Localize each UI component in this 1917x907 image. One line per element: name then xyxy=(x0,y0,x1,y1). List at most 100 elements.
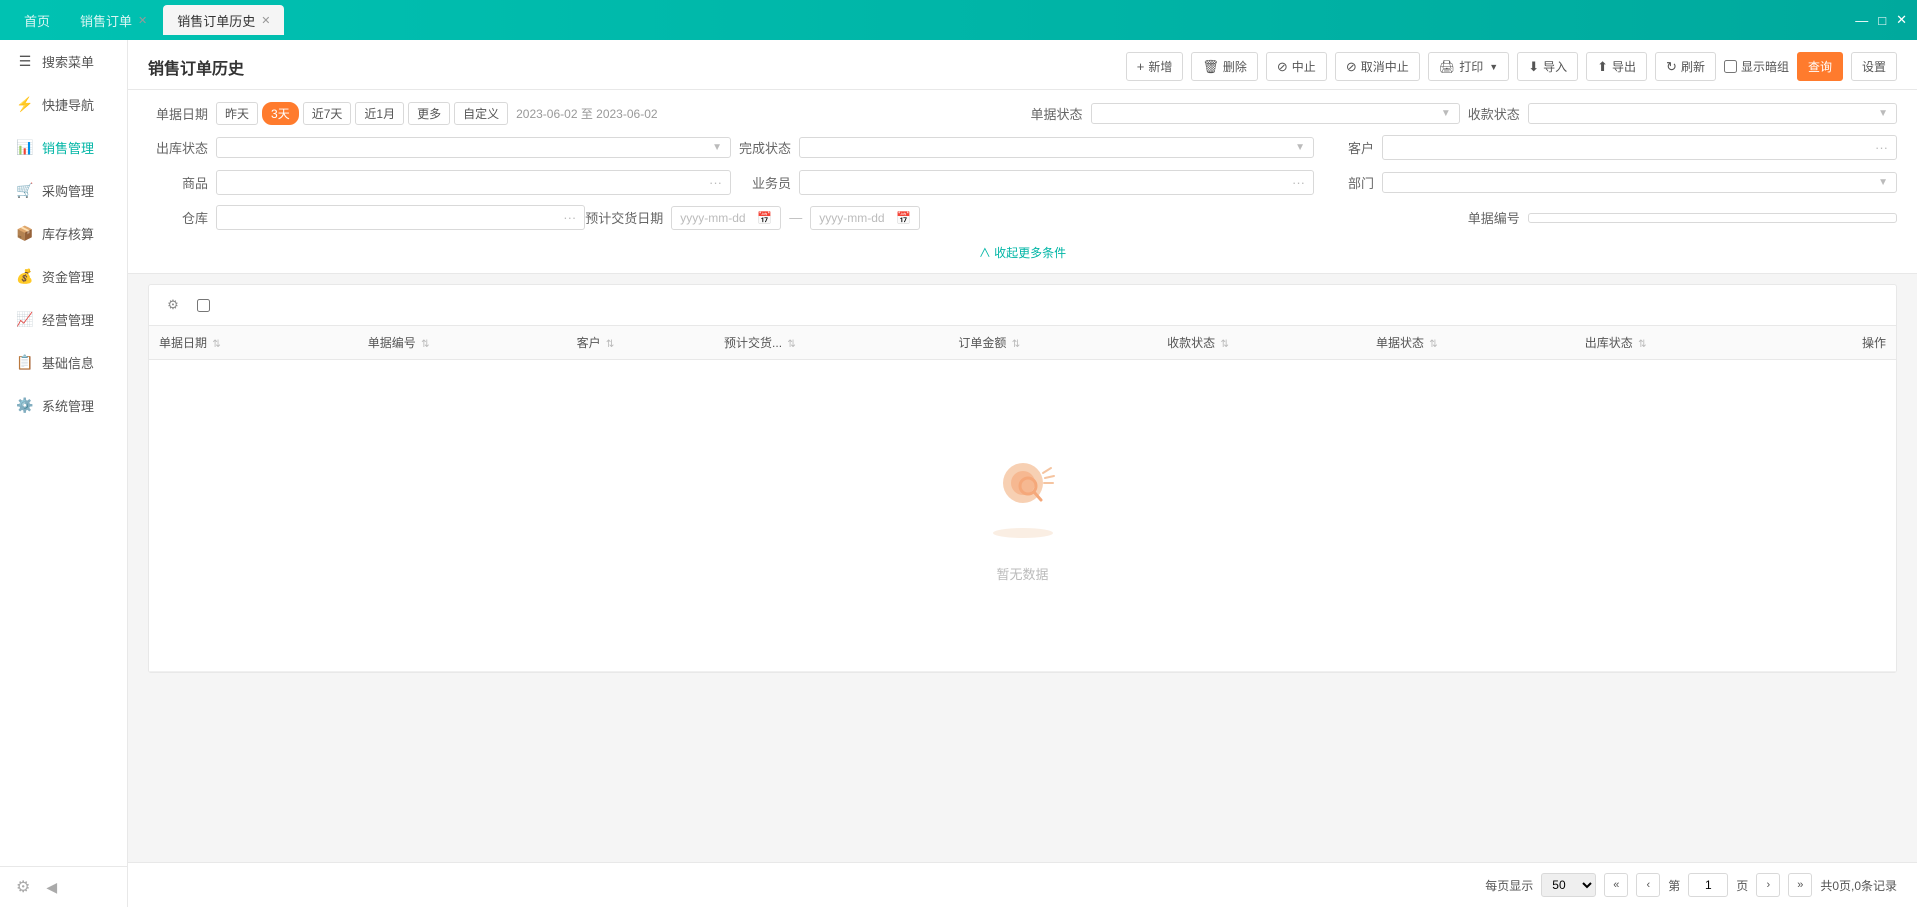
col-amount[interactable]: 订单金额 ⇅ xyxy=(948,326,1157,360)
customer-input[interactable]: ··· xyxy=(1382,135,1897,160)
col-delivery[interactable]: 预计交货... ⇅ xyxy=(714,326,948,360)
dept-select[interactable]: ▼ xyxy=(1382,172,1897,193)
close-window-icon[interactable]: ✕ xyxy=(1896,12,1907,28)
delete-icon: 🗑 xyxy=(1202,59,1219,75)
display-columns-checkbox[interactable]: 显示暗组 xyxy=(1724,58,1789,75)
sidebar-item-inventory-label: 库存核算 xyxy=(42,224,94,243)
delivery-date-label: 预计交货日期 xyxy=(585,208,663,227)
col-customer[interactable]: 客户 ⇅ xyxy=(567,326,714,360)
sys-mgmt-icon: ⚙️ xyxy=(16,397,34,414)
col-date[interactable]: 单据日期 ⇅ xyxy=(149,326,358,360)
filter-complete-status: 完成状态 ▼ xyxy=(731,137,1314,158)
last-page-button[interactable]: » xyxy=(1788,873,1812,897)
prev-page-icon: ‹ xyxy=(1646,879,1650,891)
tab-sales-order-history[interactable]: 销售订单历史 ✕ xyxy=(163,5,284,35)
refresh-icon: ↻ xyxy=(1666,59,1677,75)
bill-status-select[interactable]: ▼ xyxy=(1091,103,1460,124)
out-status-label: 出库状态 xyxy=(148,138,208,157)
export-label: 导出 xyxy=(1612,58,1636,75)
main-layout: ☰ 搜索菜单 ⚡ 快捷导航 📊 销售管理 🛒 采购管理 📦 库存核算 💰 资金管… xyxy=(0,40,1917,907)
bill-number-input[interactable] xyxy=(1528,213,1897,223)
collapse-row[interactable]: ∧ 收起更多条件 xyxy=(148,240,1897,261)
filter-salesman: 业务员 ··· xyxy=(731,170,1314,195)
out-status-select[interactable]: ▼ xyxy=(216,137,731,158)
tab-home[interactable]: 首页 xyxy=(10,5,64,35)
cancel-stop-button[interactable]: ⊘ 取消中止 xyxy=(1335,52,1420,81)
sidebar-item-base-info[interactable]: 📋 基础信息 xyxy=(0,341,127,384)
query-label: 查询 xyxy=(1808,58,1832,75)
print-button[interactable]: 🖨 打印 ▼ xyxy=(1428,52,1509,81)
sidebar-item-search-menu[interactable]: ☰ 搜索菜单 xyxy=(0,40,127,83)
warehouse-more-icon: ··· xyxy=(563,210,576,225)
tab-sales-order-history-label: 销售订单历史 xyxy=(177,11,255,30)
date-more-btn[interactable]: 更多 xyxy=(408,102,450,125)
sidebar-item-sys-mgmt[interactable]: ⚙️ 系统管理 xyxy=(0,384,127,427)
sidebar-item-inventory[interactable]: 📦 库存核算 xyxy=(0,212,127,255)
sidebar-item-operations[interactable]: 📈 经营管理 xyxy=(0,298,127,341)
date-7days-btn[interactable]: 近7天 xyxy=(303,102,352,125)
sidebar-item-purchase-mgmt[interactable]: 🛒 采购管理 xyxy=(0,169,127,212)
col-delivery-label: 预计交货... xyxy=(724,336,782,350)
settings-button[interactable]: 设置 xyxy=(1851,52,1897,81)
tab-sales-order-close[interactable]: ✕ xyxy=(138,14,147,27)
col-out-status-label: 出库状态 xyxy=(1585,336,1633,350)
salesman-input[interactable]: ··· xyxy=(799,170,1314,195)
calendar-from-icon[interactable]: 📅 xyxy=(757,211,772,225)
calendar-to-icon[interactable]: 📅 xyxy=(896,211,911,225)
sidebar-settings-icon[interactable]: ⚙ xyxy=(16,877,30,897)
date-separator: — xyxy=(785,210,806,225)
sidebar-item-sales-mgmt[interactable]: 📊 销售管理 xyxy=(0,126,127,169)
stop-button[interactable]: ⊘ 中止 xyxy=(1266,52,1327,81)
complete-status-select[interactable]: ▼ xyxy=(799,137,1314,158)
print-arrow-icon: ▼ xyxy=(1489,62,1498,72)
page-input[interactable] xyxy=(1688,873,1728,897)
delivery-date-from[interactable]: yyyy-mm-dd 📅 xyxy=(671,206,781,230)
col-number-label: 单据编号 xyxy=(368,336,416,350)
add-label: 新增 xyxy=(1148,58,1172,75)
search-menu-icon: ☰ xyxy=(16,53,34,70)
import-button[interactable]: ⬇ 导入 xyxy=(1517,52,1578,81)
sidebar-item-search-menu-label: 搜索菜单 xyxy=(42,52,94,71)
date-1month-btn[interactable]: 近1月 xyxy=(355,102,404,125)
bill-status-arrow: ▼ xyxy=(1441,108,1451,119)
query-button[interactable]: 查询 xyxy=(1797,52,1843,81)
delete-button[interactable]: 🗑 删除 xyxy=(1191,52,1258,81)
col-bill-status-label: 单据状态 xyxy=(1376,336,1424,350)
product-input[interactable]: ··· xyxy=(216,170,731,195)
warehouse-input[interactable]: ··· xyxy=(216,205,585,230)
col-out-status-sort: ⇅ xyxy=(1638,339,1646,350)
filter-customer: 客户 ··· xyxy=(1314,135,1897,160)
select-all-checkbox[interactable] xyxy=(197,299,210,312)
prev-page-button[interactable]: ‹ xyxy=(1636,873,1660,897)
export-button[interactable]: ⬆ 导出 xyxy=(1586,52,1647,81)
date-3days-btn[interactable]: 3天 xyxy=(262,102,299,125)
stop-label: 中止 xyxy=(1292,58,1316,75)
maximize-icon[interactable]: □ xyxy=(1878,13,1886,28)
sidebar-item-finance[interactable]: 💰 资金管理 xyxy=(0,255,127,298)
add-button[interactable]: + 新增 xyxy=(1126,52,1184,81)
sidebar-item-quick-nav[interactable]: ⚡ 快捷导航 xyxy=(0,83,127,126)
display-columns-input[interactable] xyxy=(1724,60,1737,73)
col-out-status[interactable]: 出库状态 ⇅ xyxy=(1575,326,1784,360)
table-settings-button[interactable]: ⚙ xyxy=(159,291,187,319)
date-label: 单据日期 xyxy=(148,104,208,123)
payment-status-select[interactable]: ▼ xyxy=(1528,103,1897,124)
date-yesterday-btn[interactable]: 昨天 xyxy=(216,102,258,125)
collapse-label: ∧ 收起更多条件 xyxy=(979,244,1066,261)
per-page-label: 每页显示 xyxy=(1485,877,1533,894)
minimize-icon[interactable]: — xyxy=(1855,13,1868,28)
tab-sales-order[interactable]: 销售订单 ✕ xyxy=(66,5,161,35)
col-number[interactable]: 单据编号 ⇅ xyxy=(358,326,567,360)
per-page-select[interactable]: 50 10 20 100 xyxy=(1541,873,1596,897)
content-area: 销售订单历史 + 新增 🗑 删除 ⊘ 中止 ⊘ 取消中止 xyxy=(128,40,1917,907)
delivery-date-to[interactable]: yyyy-mm-dd 📅 xyxy=(810,206,920,230)
refresh-button[interactable]: ↻ 刷新 xyxy=(1655,52,1716,81)
tab-sales-order-history-close[interactable]: ✕ xyxy=(261,14,270,27)
col-customer-sort: ⇅ xyxy=(606,339,614,350)
col-payment-status[interactable]: 收款状态 ⇅ xyxy=(1157,326,1366,360)
next-page-button[interactable]: › xyxy=(1756,873,1780,897)
col-bill-status[interactable]: 单据状态 ⇅ xyxy=(1366,326,1575,360)
first-page-button[interactable]: « xyxy=(1604,873,1628,897)
date-custom-btn[interactable]: 自定义 xyxy=(454,102,508,125)
sidebar-collapse-icon[interactable]: ◀ xyxy=(46,879,57,896)
